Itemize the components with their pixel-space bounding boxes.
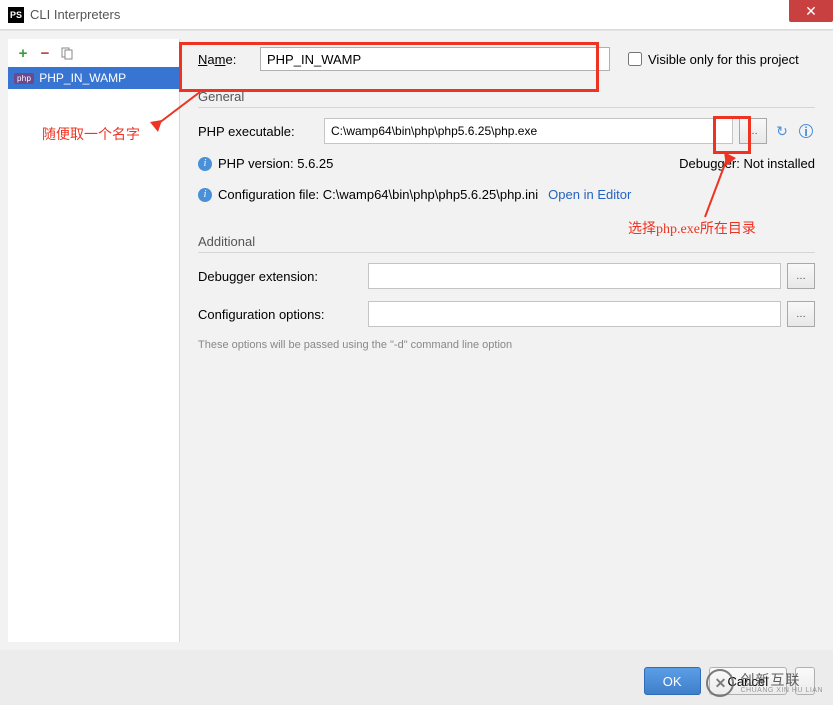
exec-input[interactable] <box>324 118 733 144</box>
sidebar-toolbar: + − <box>8 39 179 67</box>
help-button[interactable]: i <box>797 122 815 140</box>
debugger-ext-input[interactable] <box>368 263 781 289</box>
name-input[interactable] <box>260 47 610 71</box>
watermark-text: 创新互联 CHUANG XIN HU LIAN <box>740 673 823 694</box>
dialog-body: + − php PHP_IN_WAMP Name: Visible only f… <box>0 30 833 650</box>
config-opts-input[interactable] <box>368 301 781 327</box>
watermark-logo: ✕ <box>706 669 734 697</box>
name-row: Name: Visible only for this project <box>198 47 815 71</box>
php-tag-icon: php <box>14 73 34 84</box>
version-text: PHP version: 5.6.25 <box>218 156 333 171</box>
browse-exec-button[interactable]: … <box>739 118 767 144</box>
exec-label: PHP executable: <box>198 124 314 139</box>
open-editor-link[interactable]: Open in Editor <box>548 187 631 202</box>
options-hint: These options will be passed using the "… <box>198 339 815 351</box>
info-icon: i <box>198 188 212 202</box>
app-icon: PS <box>8 7 24 23</box>
sidebar: + − php PHP_IN_WAMP <box>8 39 180 642</box>
window-title: CLI Interpreters <box>30 7 120 22</box>
remove-button[interactable]: − <box>36 44 54 62</box>
list-item[interactable]: php PHP_IN_WAMP <box>8 67 179 89</box>
copy-button[interactable] <box>58 44 76 62</box>
general-section-title: General <box>198 89 815 108</box>
reload-button[interactable]: ↻ <box>773 122 791 140</box>
config-opts-row: Configuration options: … <box>198 301 815 327</box>
info-icon: i <box>799 124 813 138</box>
info-icon: i <box>198 157 212 171</box>
config-row: i Configuration file: C:\wamp64\bin\php\… <box>198 187 815 202</box>
browse-config-opts-button[interactable]: … <box>787 301 815 327</box>
debugger-status: Debugger: Not installed <box>679 156 815 171</box>
content-panel: Name: Visible only for this project Gene… <box>180 31 833 650</box>
additional-section-title: Additional <box>198 234 815 253</box>
visible-checkbox[interactable] <box>628 52 642 66</box>
reload-icon: ↻ <box>776 123 788 140</box>
visible-checkbox-row: Visible only for this project <box>628 52 799 67</box>
close-button[interactable]: ✕ <box>789 0 833 22</box>
debugger-ext-label: Debugger extension: <box>198 269 358 284</box>
debugger-ext-row: Debugger extension: … <box>198 263 815 289</box>
version-row: i PHP version: 5.6.25 Debugger: Not inst… <box>198 156 815 171</box>
visible-label: Visible only for this project <box>648 52 799 67</box>
browse-debugger-ext-button[interactable]: … <box>787 263 815 289</box>
list-item-label: PHP_IN_WAMP <box>39 71 126 85</box>
exec-row: PHP executable: … ↻ i <box>198 118 815 144</box>
config-text: Configuration file: C:\wamp64\bin\php\ph… <box>218 187 538 202</box>
ok-button[interactable]: OK <box>644 667 701 695</box>
interpreter-list: php PHP_IN_WAMP <box>8 67 179 642</box>
config-opts-label: Configuration options: <box>198 307 358 322</box>
add-button[interactable]: + <box>14 44 32 62</box>
titlebar: PS CLI Interpreters ✕ <box>0 0 833 30</box>
copy-icon <box>60 46 74 60</box>
watermark: ✕ 创新互联 CHUANG XIN HU LIAN <box>706 669 823 697</box>
name-label: Name: <box>198 52 250 67</box>
